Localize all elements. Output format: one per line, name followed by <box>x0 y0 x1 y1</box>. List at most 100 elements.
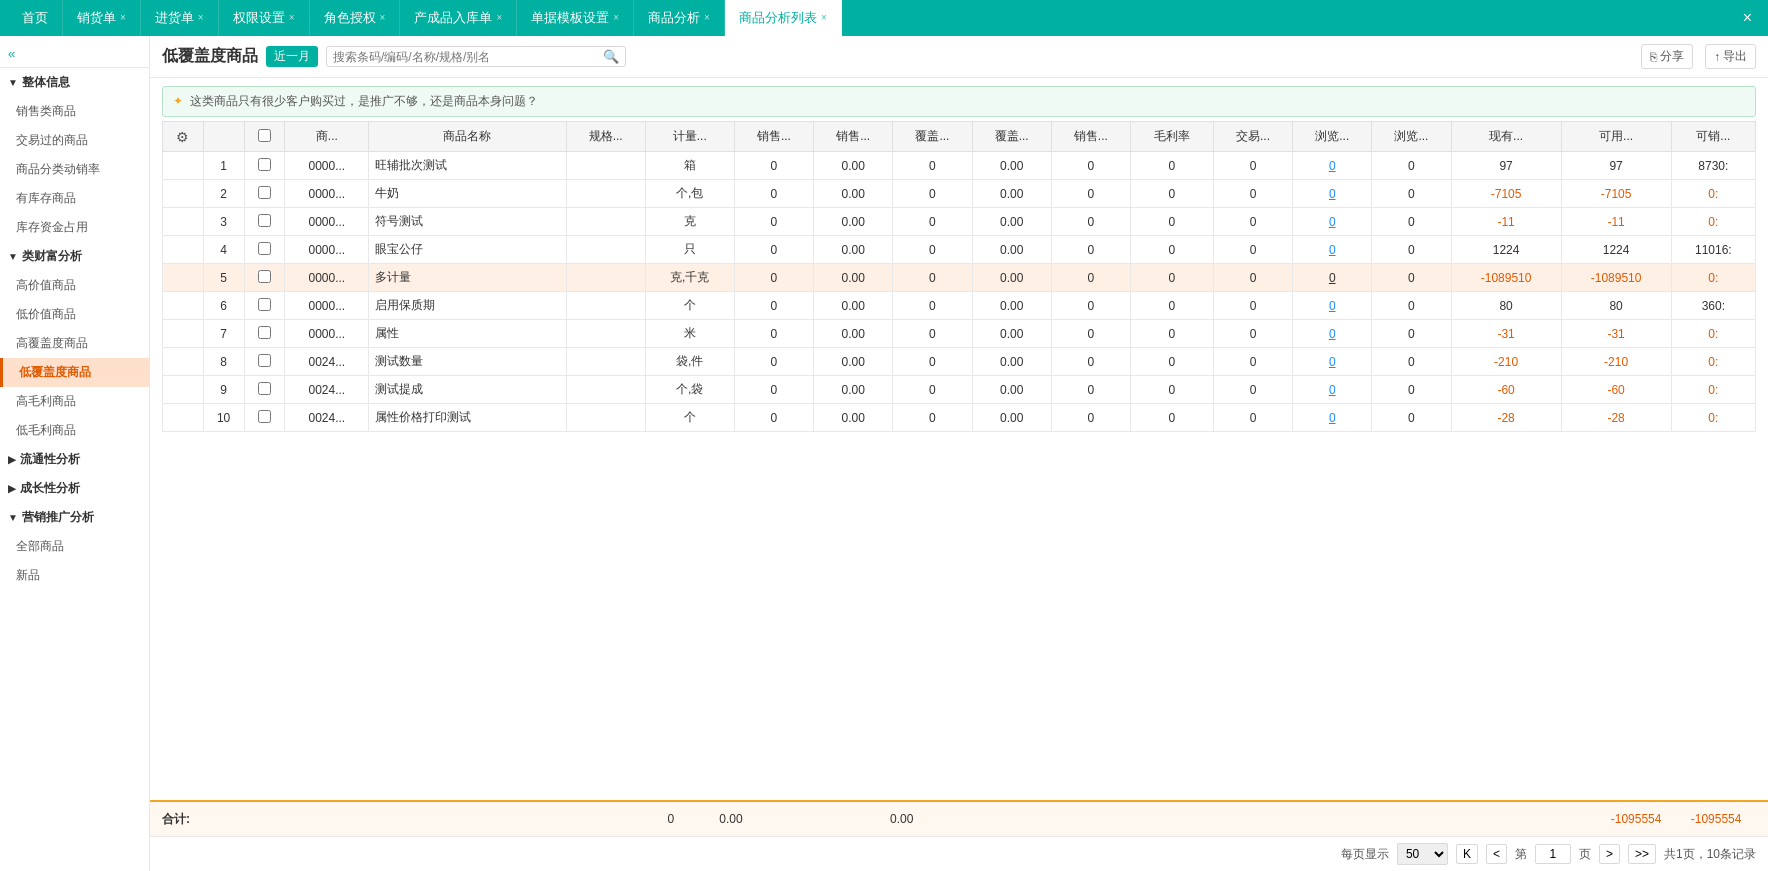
row-name[interactable]: 多计量 <box>369 264 566 292</box>
row-select-checkbox[interactable] <box>258 410 271 423</box>
sidebar-item-low-margin[interactable]: 低毛利商品 <box>0 416 149 445</box>
row-browse-b: 0 <box>1372 404 1451 432</box>
search-input[interactable] <box>333 50 599 64</box>
nav-tab-template[interactable]: 单据模板设置 × <box>517 0 634 36</box>
settings-col-header[interactable]: ⚙ <box>163 122 204 152</box>
share-button[interactable]: ⎘ 分享 <box>1641 44 1693 69</box>
row-sales-amt: 0.00 <box>814 152 893 180</box>
search-icon[interactable]: 🔍 <box>603 49 619 64</box>
row-name[interactable]: 属性 <box>369 320 566 348</box>
nav-tab-home[interactable]: 首页 <box>8 0 63 36</box>
row-browse-a[interactable]: 0 <box>1293 376 1372 404</box>
close-icon[interactable]: × <box>120 0 126 36</box>
select-all-checkbox[interactable] <box>258 129 271 142</box>
row-name[interactable]: 旺辅批次测试 <box>369 152 566 180</box>
close-icon[interactable]: × <box>704 0 710 36</box>
page-size-select[interactable]: 50 100 200 <box>1397 843 1448 865</box>
row-sellable: 0: <box>1671 376 1755 404</box>
row-select-checkbox[interactable] <box>258 326 271 339</box>
row-checkbox[interactable] <box>244 152 285 180</box>
last-page-button[interactable]: >> <box>1628 844 1656 864</box>
sidebar-item-new-goods[interactable]: 新品 <box>0 561 149 590</box>
row-browse-a[interactable]: 0 <box>1293 320 1372 348</box>
row-sales-c: 0 <box>1051 264 1130 292</box>
row-name[interactable]: 牛奶 <box>369 180 566 208</box>
sidebar-section-growth[interactable]: ▶ 成长性分析 <box>0 474 149 503</box>
nav-tab-product-in[interactable]: 产成品入库单 × <box>400 0 517 36</box>
row-browse-a[interactable]: 0 <box>1293 404 1372 432</box>
sidebar-item-high-margin[interactable]: 高毛利商品 <box>0 387 149 416</box>
row-browse-a[interactable]: 0 <box>1293 292 1372 320</box>
sidebar-item-stocked-goods[interactable]: 有库存商品 <box>0 184 149 213</box>
close-icon[interactable]: × <box>289 0 295 36</box>
row-available: -28 <box>1561 404 1671 432</box>
next-page-button[interactable]: > <box>1599 844 1620 864</box>
close-icon[interactable]: × <box>821 0 827 36</box>
sidebar-item-traded-goods[interactable]: 交易过的商品 <box>0 126 149 155</box>
row-select-checkbox[interactable] <box>258 158 271 171</box>
time-filter-button[interactable]: 近一月 <box>266 46 318 67</box>
row-name[interactable]: 眼宝公仔 <box>369 236 566 264</box>
row-index: 2 <box>203 180 244 208</box>
sidebar-item-all-goods[interactable]: 全部商品 <box>0 532 149 561</box>
close-icon[interactable]: × <box>380 0 386 36</box>
close-icon[interactable]: × <box>613 0 619 36</box>
sidebar-item-low-coverage[interactable]: 低覆盖度商品 <box>0 358 149 387</box>
row-name[interactable]: 测试提成 <box>369 376 566 404</box>
row-browse-a[interactable]: 0 <box>1293 180 1372 208</box>
row-select-checkbox[interactable] <box>258 354 271 367</box>
nav-tab-goods-analysis-list[interactable]: 商品分析列表 × <box>725 0 842 36</box>
row-index: 4 <box>203 236 244 264</box>
row-name[interactable]: 启用保质期 <box>369 292 566 320</box>
row-select-checkbox[interactable] <box>258 186 271 199</box>
settings-icon[interactable]: ⚙ <box>176 129 189 145</box>
sidebar-section-wealth[interactable]: ▼ 类财富分析 <box>0 242 149 271</box>
row-checkbox[interactable] <box>244 236 285 264</box>
close-icon[interactable]: × <box>198 0 204 36</box>
nav-tab-role[interactable]: 角色授权 × <box>310 0 401 36</box>
row-name[interactable]: 符号测试 <box>369 208 566 236</box>
sidebar-item-category-rate[interactable]: 商品分类动销率 <box>0 155 149 184</box>
row-checkbox[interactable] <box>244 180 285 208</box>
sidebar-section-flow[interactable]: ▶ 流通性分析 <box>0 445 149 474</box>
row-name[interactable]: 属性价格打印测试 <box>369 404 566 432</box>
export-button[interactable]: ↑ 导出 <box>1705 44 1756 69</box>
nav-tab-sales[interactable]: 销货单 × <box>63 0 141 36</box>
row-name[interactable]: 测试数量 <box>369 348 566 376</box>
sidebar-item-sales-goods[interactable]: 销售类商品 <box>0 97 149 126</box>
sidebar-section-marketing[interactable]: ▼ 营销推广分析 <box>0 503 149 532</box>
row-browse-a[interactable]: 0 <box>1293 264 1372 292</box>
row-checkbox[interactable] <box>244 292 285 320</box>
row-checkbox[interactable] <box>244 208 285 236</box>
row-select-checkbox[interactable] <box>258 242 271 255</box>
row-browse-a[interactable]: 0 <box>1293 152 1372 180</box>
row-checkbox[interactable] <box>244 348 285 376</box>
row-sales-c: 0 <box>1051 320 1130 348</box>
row-browse-a[interactable]: 0 <box>1293 348 1372 376</box>
row-checkbox[interactable] <box>244 376 285 404</box>
row-select-checkbox[interactable] <box>258 214 271 227</box>
sidebar-collapse-btn[interactable]: « <box>8 46 15 61</box>
row-select-checkbox[interactable] <box>258 382 271 395</box>
row-checkbox[interactable] <box>244 320 285 348</box>
page-number-input[interactable] <box>1535 844 1571 864</box>
sidebar-item-low-value[interactable]: 低价值商品 <box>0 300 149 329</box>
sidebar-item-high-value[interactable]: 高价值商品 <box>0 271 149 300</box>
prev-page-button[interactable]: < <box>1486 844 1507 864</box>
nav-tab-goods-analysis[interactable]: 商品分析 × <box>634 0 725 36</box>
sidebar-item-stock-capital[interactable]: 库存资金占用 <box>0 213 149 242</box>
row-checkbox[interactable] <box>244 264 285 292</box>
window-close-button[interactable]: × <box>1735 9 1760 27</box>
first-page-button[interactable]: K <box>1456 844 1478 864</box>
close-icon[interactable]: × <box>496 0 502 36</box>
row-browse-a[interactable]: 0 <box>1293 208 1372 236</box>
row-browse-a[interactable]: 0 <box>1293 236 1372 264</box>
row-unit: 个 <box>645 404 734 432</box>
row-checkbox[interactable] <box>244 404 285 432</box>
sidebar-section-overall[interactable]: ▼ 整体信息 <box>0 68 149 97</box>
row-select-checkbox[interactable] <box>258 298 271 311</box>
sidebar-item-high-coverage[interactable]: 高覆盖度商品 <box>0 329 149 358</box>
nav-tab-purchase[interactable]: 进货单 × <box>141 0 219 36</box>
nav-tab-permission[interactable]: 权限设置 × <box>219 0 310 36</box>
row-select-checkbox[interactable] <box>258 270 271 283</box>
